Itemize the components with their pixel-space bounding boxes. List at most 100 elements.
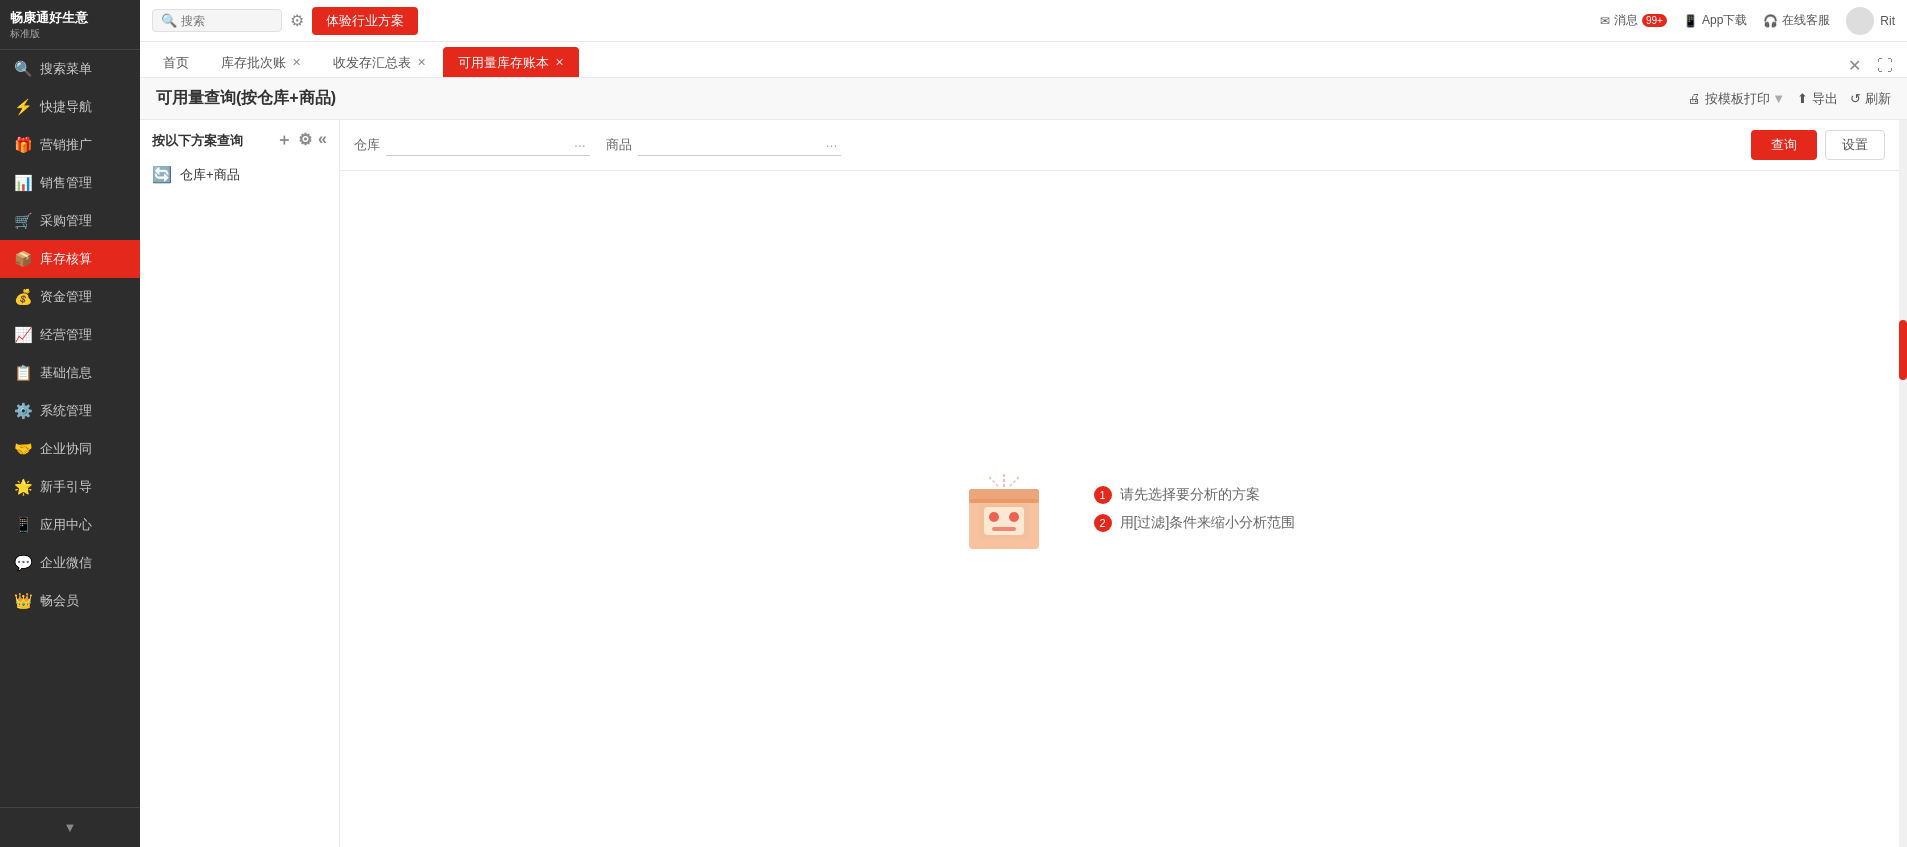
product-filter-input-wrapper[interactable]: ··· <box>638 135 842 156</box>
left-panel-title: 按以下方案查询 <box>152 132 243 150</box>
print-label: 按模板打印 <box>1705 90 1770 108</box>
sidebar-icon-8: 📋 <box>14 364 32 382</box>
page-header-actions: 🖨 按模板打印 ▼ ⬆ 导出 ↺ 刷新 <box>1688 90 1891 108</box>
sidebar-item-12[interactable]: 📱 应用中心 <box>0 506 140 544</box>
empty-state: 1 请先选择要分析的方案 2 用[过滤]条件来缩小分析范围 <box>340 171 1899 847</box>
sidebar-item-13[interactable]: 💬 企业微信 <box>0 544 140 582</box>
scheme-item-warehouse-product[interactable]: 🔄 仓库+商品 <box>140 157 339 192</box>
filter-actions: 查询 设置 <box>1751 130 1885 160</box>
print-dropdown-arrow[interactable]: ▼ <box>1772 91 1785 106</box>
sidebar-label-13: 企业微信 <box>40 554 92 572</box>
user-area[interactable]: Rit <box>1846 7 1895 35</box>
tab-home-label: 首页 <box>163 54 189 72</box>
empty-tips: 1 请先选择要分析的方案 2 用[过滤]条件来缩小分析范围 <box>1094 486 1296 532</box>
app-subtitle: 标准版 <box>10 27 130 41</box>
empty-svg <box>944 449 1064 569</box>
app-label: App下载 <box>1702 12 1747 29</box>
left-panel: 按以下方案查询 ＋ ⚙ « 🔄 仓库+商品 <box>140 120 340 847</box>
sidebar-item-1[interactable]: ⚡ 快捷导航 <box>0 88 140 126</box>
empty-tip-1: 1 请先选择要分析的方案 <box>1094 486 1296 504</box>
refresh-btn[interactable]: ↺ 刷新 <box>1850 90 1891 108</box>
sidebar-label-10: 企业协同 <box>40 440 92 458</box>
right-panel: 仓库 ··· 商品 ··· 查询 设置 <box>340 120 1899 847</box>
sidebar-item-6[interactable]: 💰 资金管理 <box>0 278 140 316</box>
tab-receive-summary[interactable]: 收发存汇总表 ✕ <box>318 47 441 77</box>
industry-btn[interactable]: 体验行业方案 <box>312 7 418 35</box>
sidebar-icon-6: 💰 <box>14 288 32 306</box>
topbar: 🔍 ⚙ 体验行业方案 ✉ 消息 99+ 📱 App下载 🎧 在线客服 Rit <box>140 0 1907 42</box>
tabs-actions: ✕ ⛶ <box>1842 54 1899 77</box>
sidebar-icon-5: 📦 <box>14 250 32 268</box>
search-input[interactable] <box>181 14 271 28</box>
sidebar-item-10[interactable]: 🤝 企业协同 <box>0 430 140 468</box>
message-btn[interactable]: ✉ 消息 99+ <box>1600 12 1667 29</box>
close-all-tabs-btn[interactable]: ✕ <box>1842 54 1867 77</box>
sidebar-item-7[interactable]: 📈 经营管理 <box>0 316 140 354</box>
sidebar-item-9[interactable]: ⚙️ 系统管理 <box>0 392 140 430</box>
sidebar-scroll-down[interactable]: ▼ <box>0 816 140 839</box>
sidebar-label-1: 快捷导航 <box>40 98 92 116</box>
svg-line-8 <box>989 477 999 487</box>
tab-available-qty-label: 可用量库存账本 <box>458 54 549 72</box>
collapse-panel-btn[interactable]: « <box>318 130 327 151</box>
product-filter-more[interactable]: ··· <box>826 137 838 153</box>
tab-inventory-batch-close[interactable]: ✕ <box>292 56 301 69</box>
tip-text-2: 用[过滤]条件来缩小分析范围 <box>1120 514 1296 532</box>
tab-receive-summary-close[interactable]: ✕ <box>417 56 426 69</box>
sidebar-label-5: 库存核算 <box>40 250 92 268</box>
sidebar-item-14[interactable]: 👑 畅会员 <box>0 582 140 620</box>
main-area: 🔍 ⚙ 体验行业方案 ✉ 消息 99+ 📱 App下载 🎧 在线客服 Rit <box>140 0 1907 847</box>
sidebar-icon-2: 🎁 <box>14 136 32 154</box>
svg-rect-6 <box>992 527 1016 531</box>
expand-tab-btn[interactable]: ⛶ <box>1871 55 1899 77</box>
sidebar-icon-7: 📈 <box>14 326 32 344</box>
sidebar-icon-1: ⚡ <box>14 98 32 116</box>
sidebar-label-3: 销售管理 <box>40 174 92 192</box>
manage-scheme-btn[interactable]: ⚙ <box>298 130 312 151</box>
sidebar-label-6: 资金管理 <box>40 288 92 306</box>
tab-home[interactable]: 首页 <box>148 47 204 77</box>
sidebar-item-11[interactable]: 🌟 新手引导 <box>0 468 140 506</box>
query-btn[interactable]: 查询 <box>1751 130 1817 160</box>
sidebar-scroll: 🔍 搜索菜单 ⚡ 快捷导航 🎁 营销推广 📊 销售管理 🛒 采购管理 📦 库存核… <box>0 50 140 807</box>
print-btn[interactable]: 🖨 按模板打印 <box>1688 90 1770 108</box>
tab-available-qty-close[interactable]: ✕ <box>555 56 564 69</box>
message-badge: 99+ <box>1642 14 1667 27</box>
page-header: 可用量查询(按仓库+商品) 🖨 按模板打印 ▼ ⬆ 导出 ↺ 刷新 <box>140 78 1907 120</box>
sidebar-item-5[interactable]: 📦 库存核算 <box>0 240 140 278</box>
export-btn[interactable]: ⬆ 导出 <box>1797 90 1838 108</box>
warehouse-filter-input[interactable] <box>390 137 570 152</box>
topbar-search-box[interactable]: 🔍 <box>152 9 282 32</box>
product-filter-group: 商品 ··· <box>606 135 842 156</box>
app-download-btn[interactable]: 📱 App下载 <box>1683 12 1747 29</box>
tab-available-qty[interactable]: 可用量库存账本 ✕ <box>443 47 579 77</box>
sidebar-item-3[interactable]: 📊 销售管理 <box>0 164 140 202</box>
left-panel-actions: ＋ ⚙ « <box>276 130 327 151</box>
sidebar-label-14: 畅会员 <box>40 592 79 610</box>
avatar[interactable] <box>1846 7 1874 35</box>
product-filter-label: 商品 <box>606 136 632 154</box>
content-area: 按以下方案查询 ＋ ⚙ « 🔄 仓库+商品 仓库 ··· <box>140 120 1907 847</box>
tab-inventory-batch[interactable]: 库存批次账 ✕ <box>206 47 316 77</box>
tab-receive-summary-label: 收发存汇总表 <box>333 54 411 72</box>
sidebar-item-4[interactable]: 🛒 采购管理 <box>0 202 140 240</box>
svg-rect-1 <box>969 489 1039 503</box>
right-scrollbar[interactable] <box>1899 120 1907 847</box>
warehouse-filter-more[interactable]: ··· <box>574 137 586 153</box>
warehouse-filter-input-wrapper[interactable]: ··· <box>386 135 590 156</box>
refresh-icon: ↺ <box>1850 91 1861 106</box>
settings-btn[interactable]: 设置 <box>1825 130 1885 160</box>
svg-line-9 <box>1009 477 1019 487</box>
sidebar-icon-0: 🔍 <box>14 60 32 78</box>
sidebar-item-2[interactable]: 🎁 营销推广 <box>0 126 140 164</box>
scrollbar-thumb[interactable] <box>1899 320 1907 380</box>
add-scheme-btn[interactable]: ＋ <box>276 130 292 151</box>
gear-icon[interactable]: ⚙ <box>290 11 304 30</box>
sidebar-item-0[interactable]: 🔍 搜索菜单 <box>0 50 140 88</box>
online-service-btn[interactable]: 🎧 在线客服 <box>1763 12 1830 29</box>
product-filter-input[interactable] <box>642 137 822 152</box>
sidebar-item-8[interactable]: 📋 基础信息 <box>0 354 140 392</box>
sidebar-icon-10: 🤝 <box>14 440 32 458</box>
sidebar-bottom: ▼ <box>0 807 140 847</box>
username: Rit <box>1880 14 1895 28</box>
